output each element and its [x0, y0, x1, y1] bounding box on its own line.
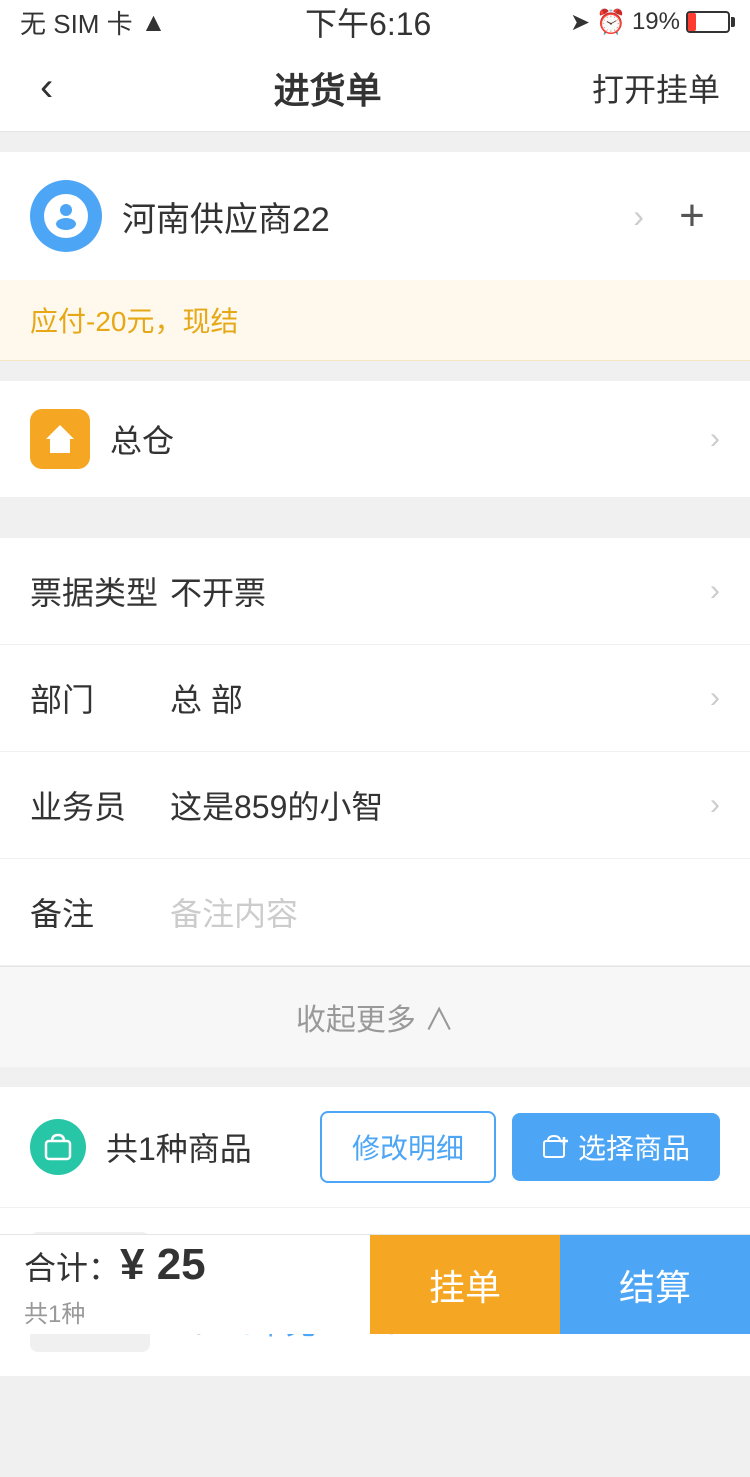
carrier-text: 无 SIM 卡	[20, 4, 133, 41]
invoice-type-value: 不开票	[170, 568, 710, 614]
total-amount-value: ¥ 25	[120, 1240, 206, 1289]
total-amount: 合计：¥ 25	[24, 1240, 346, 1290]
supplier-row[interactable]: 河南供应商22 › +	[0, 152, 750, 280]
salesperson-label: 业务员	[30, 782, 160, 828]
battery-text: 19%	[632, 8, 680, 36]
checkout-button[interactable]: 结算	[560, 1235, 750, 1334]
collapse-button[interactable]: 收起更多 ∧	[0, 966, 750, 1067]
section-gap-3	[0, 498, 750, 518]
supplier-section: 河南供应商22 › + 应付-20元，现结	[0, 152, 750, 361]
supplier-avatar-inner	[44, 194, 88, 238]
wifi-icon: ▲	[141, 7, 167, 38]
status-time: 下午6:16	[305, 0, 431, 45]
warehouse-chevron-icon: ›	[710, 422, 720, 456]
salesperson-chevron-icon: ›	[710, 788, 720, 822]
supplier-alert: 应付-20元，现结	[0, 280, 750, 361]
department-label: 部门	[30, 675, 160, 721]
remark-placeholder: 备注内容	[170, 889, 720, 935]
department-value: 总 部	[170, 675, 710, 721]
add-supplier-button[interactable]: +	[664, 188, 720, 244]
page-title: 进货单	[274, 62, 382, 114]
product-header: 共1种商品 修改明细 选择商品	[0, 1087, 750, 1208]
warehouse-label: 总仓	[110, 416, 710, 462]
select-product-button[interactable]: 选择商品	[512, 1113, 720, 1181]
nav-bar: ‹ 进货单 打开挂单	[0, 44, 750, 132]
warehouse-icon	[30, 409, 90, 469]
product-icon	[30, 1119, 86, 1175]
location-icon: ➤	[570, 8, 590, 37]
product-count: 共1种商品	[106, 1124, 320, 1170]
cart-add-icon	[542, 1133, 570, 1161]
supplier-chevron-icon: ›	[633, 198, 644, 235]
invoice-type-label: 票据类型	[30, 568, 160, 614]
shopping-icon	[42, 1131, 74, 1163]
supplier-avatar	[30, 180, 102, 252]
section-gap-1	[0, 132, 750, 152]
house-icon	[42, 421, 78, 457]
status-bar: 无 SIM 卡 ▲ 下午6:16 ➤ ⏰ 19%	[0, 0, 750, 44]
warehouse-section: 总仓 ›	[0, 381, 750, 498]
form-row-department[interactable]: 部门 总 部 ›	[0, 645, 750, 752]
form-row-salesperson[interactable]: 业务员 这是859的小智 ›	[0, 752, 750, 859]
battery-icon	[686, 11, 730, 33]
bottom-spacer	[0, 1377, 750, 1477]
select-product-label: 选择商品	[578, 1127, 690, 1167]
form-section: 票据类型 不开票 › 部门 总 部 › 业务员 这是859的小智 › 备注 备注…	[0, 538, 750, 1067]
form-row-invoice[interactable]: 票据类型 不开票 ›	[0, 538, 750, 645]
salesperson-value: 这是859的小智	[170, 782, 710, 828]
invoice-type-chevron-icon: ›	[710, 574, 720, 608]
department-chevron-icon: ›	[710, 681, 720, 715]
total-section: 合计：¥ 25 共1种	[0, 1235, 370, 1334]
total-sub-label: 共1种	[24, 1294, 346, 1329]
supplier-name: 河南供应商22	[122, 192, 633, 241]
edit-detail-button[interactable]: 修改明细	[320, 1111, 496, 1183]
person-icon	[50, 200, 82, 232]
bottom-bar: 合计：¥ 25 共1种 挂单 结算	[0, 1234, 750, 1334]
remark-label: 备注	[30, 889, 160, 935]
alarm-icon: ⏰	[596, 8, 626, 37]
status-right: ➤ ⏰ 19%	[570, 8, 730, 37]
form-row-remark[interactable]: 备注 备注内容	[0, 859, 750, 966]
open-hang-button[interactable]: 打开挂单	[592, 65, 720, 111]
status-left: 无 SIM 卡 ▲	[20, 4, 166, 41]
hang-button[interactable]: 挂单	[370, 1235, 560, 1334]
back-button[interactable]: ‹	[30, 55, 63, 120]
warehouse-row[interactable]: 总仓 ›	[0, 381, 750, 498]
section-gap-2	[0, 361, 750, 381]
